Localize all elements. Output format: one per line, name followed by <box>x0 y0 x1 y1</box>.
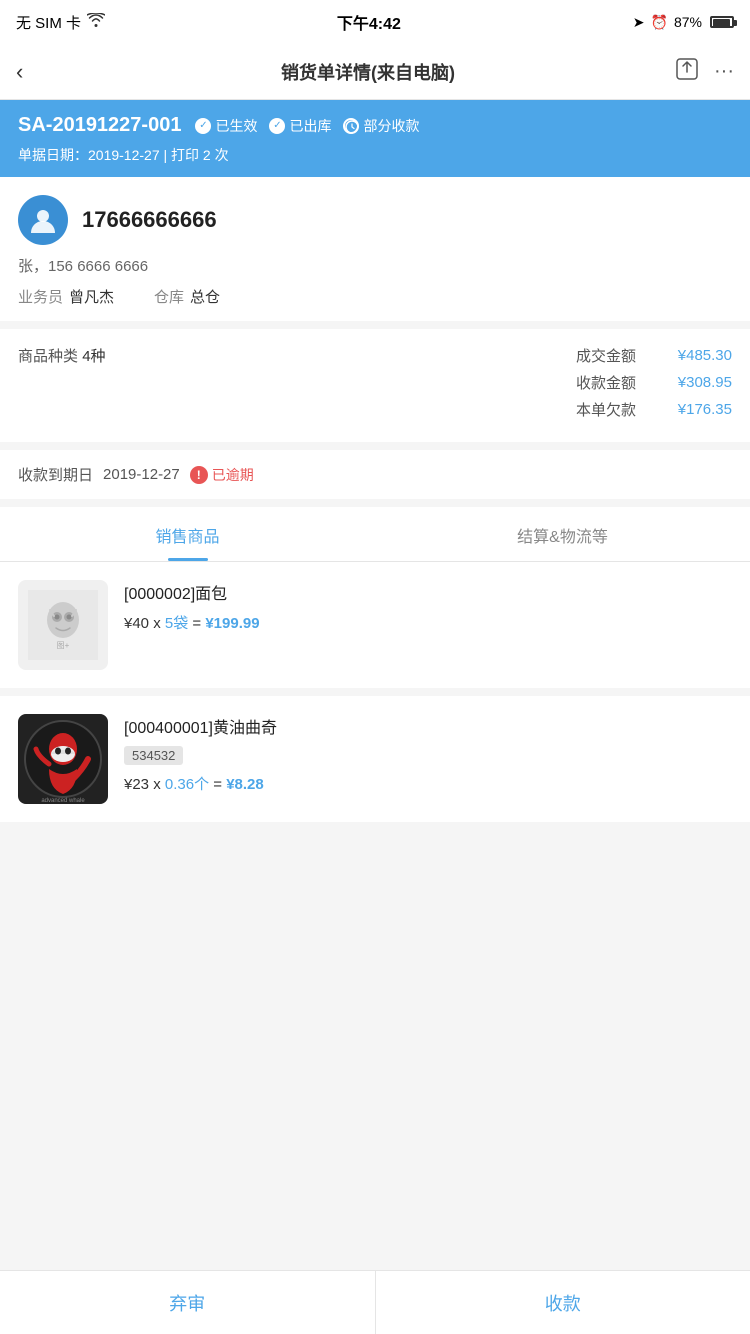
status-right: ➤ ⏰ 87% <box>633 14 734 31</box>
badge-shipped: ✓ 已出库 <box>269 116 331 136</box>
bottom-bar: 弃审 收款 <box>0 1270 750 1334</box>
svg-text:advanced whale: advanced whale <box>41 798 85 804</box>
sales-value: 曾凡杰 <box>69 286 114 307</box>
stats-left: 商品种类 4种 <box>18 345 106 366</box>
amount-label: 成交金额 <box>576 345 636 366</box>
header-date: 单据日期：2019-12-27 | 打印 2 次 <box>18 145 732 165</box>
overdue-text: 已逾期 <box>212 465 254 485</box>
status-badges: ✓ 已生效 ✓ 已出库 部分收款 <box>195 116 419 136</box>
customer-phone: 17666666666 <box>82 207 217 233</box>
product-qty-1: 5袋 <box>165 615 188 632</box>
stats-section: 商品种类 4种 成交金额 ¥485.30 收款金额 ¥308.95 本单欠款 ¥… <box>0 329 750 442</box>
product-total-1: ¥199.99 <box>205 615 259 632</box>
check-icon-1: ✓ <box>195 118 211 134</box>
product-price-1: ¥40 x 5袋 = ¥199.99 <box>124 612 732 633</box>
product-thumbnail-1: 图+ <box>18 580 108 670</box>
customer-section: 17666666666 张，156 6666 6666 业务员 曾凡杰 仓库 总… <box>0 177 750 321</box>
location-icon: ➤ <box>633 14 645 31</box>
header-banner: SA-20191227-001 ✓ 已生效 ✓ 已出库 部分收款 单据日期 <box>0 100 750 177</box>
tabs-header: 销售商品 结算&物流等 <box>0 507 750 562</box>
received-value: ¥308.95 <box>652 374 732 391</box>
order-id: SA-20191227-001 <box>18 114 181 137</box>
sales-label: 业务员 <box>18 286 63 307</box>
share-icon[interactable] <box>676 58 698 86</box>
received-label: 收款金额 <box>576 372 636 393</box>
list-item: 图+ [0000002]面包 ¥40 x 5袋 = ¥199.99 <box>0 562 750 696</box>
battery-text: 87% <box>674 14 702 30</box>
cancel-button[interactable]: 弃审 <box>0 1271 376 1334</box>
product-name-1: [0000002]面包 <box>124 580 732 604</box>
product-list: 图+ [0000002]面包 ¥40 x 5袋 = ¥199.99 <box>0 562 750 830</box>
warehouse-label: 仓库 <box>154 286 184 307</box>
product-thumbnail-2: advanced whale <box>18 714 108 804</box>
status-bar: 无 SIM 卡 下午4:42 ➤ ⏰ 87% <box>0 0 750 44</box>
product-info-1: [0000002]面包 ¥40 x 5袋 = ¥199.99 <box>124 580 732 633</box>
product-tag-2: 534532 <box>124 746 183 765</box>
debt-label: 本单欠款 <box>576 399 636 420</box>
clock-icon <box>343 118 359 134</box>
tab-settlement[interactable]: 结算&物流等 <box>375 507 750 561</box>
debt-value: ¥176.35 <box>652 401 732 418</box>
wifi-icon <box>87 13 105 31</box>
page-title: 销货单详情(来自电脑) <box>281 59 455 85</box>
product-name-2: [000400001]黄油曲奇 <box>124 714 732 738</box>
back-button[interactable]: ‹ <box>16 59 60 85</box>
confirm-button[interactable]: 收款 <box>376 1271 750 1334</box>
overdue-icon: ! <box>190 466 208 484</box>
product-qty-2: 0.36个 <box>165 776 209 793</box>
alarm-icon: ⏰ <box>651 14 668 31</box>
overdue-badge: ! 已逾期 <box>190 465 254 485</box>
due-label: 收款到期日 <box>18 464 93 485</box>
tabs-section: 销售商品 结算&物流等 <box>0 507 750 562</box>
product-total-2: ¥8.28 <box>226 776 264 793</box>
check-icon-2: ✓ <box>269 118 285 134</box>
status-left: 无 SIM 卡 <box>16 12 105 33</box>
battery-icon <box>710 16 734 28</box>
tab-products[interactable]: 销售商品 <box>0 507 375 561</box>
avatar <box>18 195 68 245</box>
more-icon[interactable]: ··· <box>714 60 734 83</box>
product-price-2: ¥23 x 0.36个 = ¥8.28 <box>124 773 732 794</box>
amount-value: ¥485.30 <box>652 347 732 364</box>
carrier-text: 无 SIM 卡 <box>16 12 81 33</box>
customer-meta: 业务员 曾凡杰 仓库 总仓 <box>18 286 732 307</box>
stats-count: 4种 <box>82 348 105 365</box>
badge-effective: ✓ 已生效 <box>195 116 257 136</box>
stats-right: 成交金额 ¥485.30 收款金额 ¥308.95 本单欠款 ¥176.35 <box>576 345 732 426</box>
nav-bar: ‹ 销货单详情(来自电脑) ··· <box>0 44 750 100</box>
warehouse-value: 总仓 <box>190 286 220 307</box>
due-date: 2019-12-27 <box>103 466 180 483</box>
list-item: advanced whale [000400001]黄油曲奇 534532 ¥2… <box>0 696 750 830</box>
customer-info: 张，156 6666 6666 <box>18 255 732 276</box>
nav-actions: ··· <box>676 58 734 86</box>
status-time: 下午4:42 <box>337 10 401 34</box>
due-date-section: 收款到期日 2019-12-27 ! 已逾期 <box>0 450 750 499</box>
product-info-2: [000400001]黄油曲奇 534532 ¥23 x 0.36个 = ¥8.… <box>124 714 732 794</box>
svg-text:图+: 图+ <box>57 641 70 650</box>
badge-partial: 部分收款 <box>343 116 419 136</box>
